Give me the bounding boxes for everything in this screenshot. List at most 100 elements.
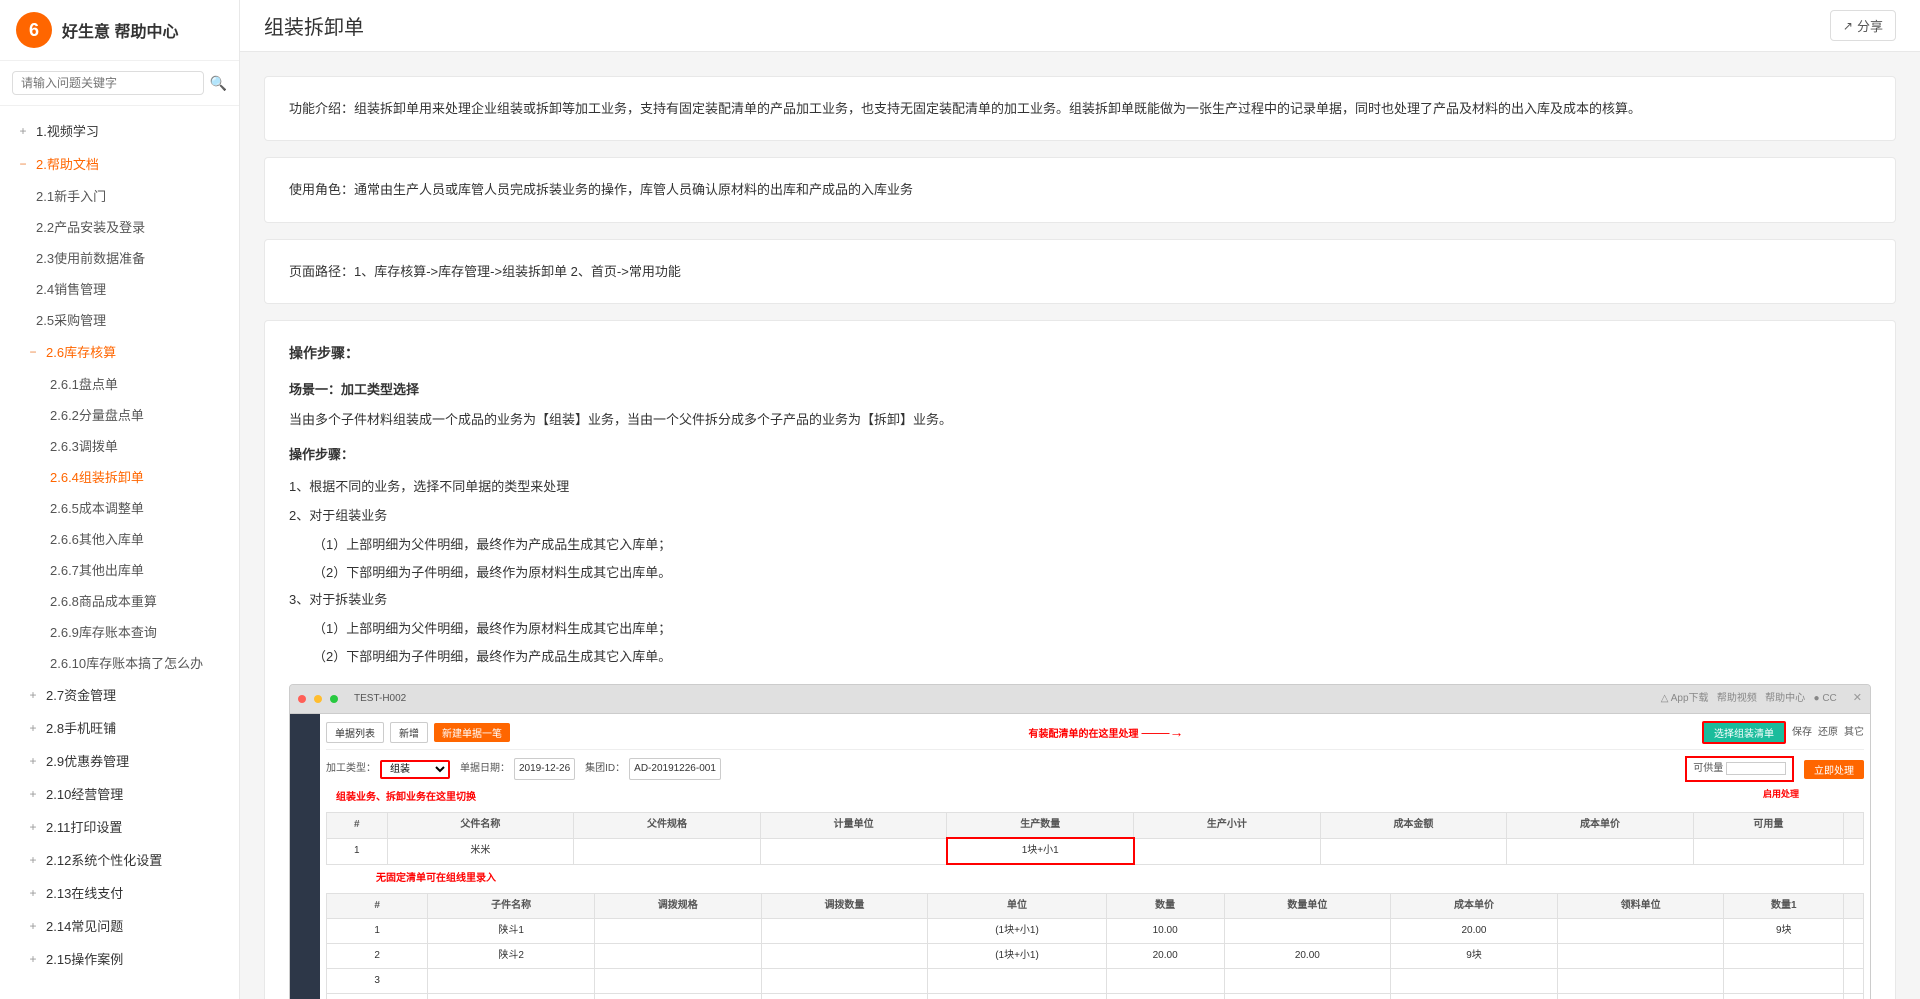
expand-icon-coupon: + (26, 754, 40, 768)
sidebar-item-2610[interactable]: 2.6.10库存账本搞了怎么办 (0, 647, 239, 678)
path-text: 页面路径：1、库存核算->库存管理->组装拆卸单 2、首页->常用功能 (289, 260, 1871, 283)
sidebar-item-265[interactable]: 2.6.5成本调整单 (0, 492, 239, 523)
mock-btn-add: 新增 (390, 722, 428, 743)
mock-app-body: 单据列表 新增 新建单据一笔 有装配清单的在这里处理 ——→ 选择组装清单 保存… (290, 714, 1870, 999)
expand-icon-funds: + (26, 688, 40, 702)
sidebar-item-video[interactable]: + 1.视频学习 (0, 114, 239, 147)
intro-text: 功能介绍：组装拆卸单用来处理企业组装或拆卸等加工业务，支持有固定装配清单的产品加… (289, 97, 1871, 120)
annotation-type-text: 组装业务、拆卸业务在这里切换 (336, 792, 476, 803)
sidebar-item-262[interactable]: 2.6.2分量盘点单 (0, 399, 239, 430)
mock-btn-new: 新建单据一笔 (434, 723, 510, 742)
mock-btn-confirm: 立即处理 (1804, 760, 1864, 779)
mock-main: 单据列表 新增 新建单据一笔 有装配清单的在这里处理 ——→ 选择组装清单 保存… (320, 714, 1870, 999)
mock-apply-field: 可供量 (1685, 756, 1794, 782)
expand-icon-custom: + (26, 853, 40, 867)
sidebar-item-custom[interactable]: + 2.12系统个性化设置 (0, 843, 239, 876)
expand-icon-print: + (26, 820, 40, 834)
mock-screenshot: TEST-H002 △ App下载 帮助视频 帮助中心 ● CC ✕ 单据列表 (289, 684, 1871, 999)
mock-parent-table: # 父件名称 父件规格 计量单位 生产数量 生产小计 成本金额 成本单价 可用量 (326, 812, 1864, 865)
mock-type-select: 组装 拆卸 (380, 760, 450, 779)
expand-icon-mobile: + (26, 721, 40, 735)
sidebar-item-267[interactable]: 2.6.7其他出库单 (0, 554, 239, 585)
role-text: 使用角色：通常由生产人员或库管人员完成拆装业务的操作，库管人员确认原材料的出库和… (289, 178, 1871, 201)
mock-btn-select-combine: 选择组装清单 (1702, 721, 1786, 744)
sidebar-item-263[interactable]: 2.6.3调拨单 (0, 430, 239, 461)
search-box: 🔍 (0, 61, 239, 106)
share-button[interactable]: ↗ 分享 (1830, 10, 1896, 41)
step2-1: （1）上部明细为父件明细，最终作为产成品生成其它入库单； (313, 533, 1871, 556)
mock-btn-list: 单据列表 (326, 722, 384, 743)
sidebar-item-cases[interactable]: + 2.15操作案例 (0, 942, 239, 975)
table-row: 3 (327, 968, 1864, 993)
sidebar-item-268[interactable]: 2.6.8商品成本重算 (0, 585, 239, 616)
step2: 2、对于组装业务 (289, 504, 1871, 527)
step1: 1、根据不同的业务，选择不同单据的类型来处理 (289, 475, 1871, 498)
steps-list: 1、根据不同的业务，选择不同单据的类型来处理 2、对于组装业务 （1）上部明细为… (289, 475, 1871, 669)
annotation-nofixed-text: 无固定清单可在组线里录入 (376, 873, 496, 884)
sidebar-header: 6 好生意 帮助中心 (0, 0, 239, 61)
intro-card: 功能介绍：组装拆卸单用来处理企业组装或拆卸等加工业务，支持有固定装配清单的产品加… (264, 76, 1896, 141)
search-icon[interactable]: 🔍 (210, 75, 227, 92)
sidebar-item-newcomer[interactable]: 2.1新手入门 (0, 180, 239, 211)
sidebar-item-print[interactable]: + 2.11打印设置 (0, 810, 239, 843)
topbar: 组装拆卸单 ↗ 分享 (240, 0, 1920, 52)
annotation-combine-text: 有装配清单的在这里处理 (1028, 729, 1138, 740)
steps-card: 操作步骤： 场景一：加工类型选择 当由多个子件材料组装成一个成品的业务为【组装】… (264, 320, 1896, 999)
collapse-icon-inventory: − (26, 345, 40, 359)
sidebar: 6 好生意 帮助中心 🔍 + 1.视频学习 − 2.帮助文档 2.1新手入门 2… (0, 0, 240, 999)
sidebar-item-coupon[interactable]: + 2.9优惠券管理 (0, 744, 239, 777)
sidebar-item-261[interactable]: 2.6.1盘点单 (0, 368, 239, 399)
expand-icon-cases: + (26, 952, 40, 966)
sidebar-item-purchase[interactable]: 2.5采购管理 (0, 304, 239, 335)
sidebar-nav: + 1.视频学习 − 2.帮助文档 2.1新手入门 2.2产品安装及登录 2.3… (0, 106, 239, 999)
content-area: 功能介绍：组装拆卸单用来处理企业组装或拆卸等加工业务，支持有固定装配清单的产品加… (240, 52, 1920, 999)
sidebar-item-sales[interactable]: 2.4销售管理 (0, 273, 239, 304)
step3: 3、对于拆装业务 (289, 588, 1871, 611)
scene1-heading: 场景一：加工类型选择 (289, 378, 1871, 401)
sidebar-item-docs[interactable]: − 2.帮助文档 (0, 147, 239, 180)
sidebar-item-264[interactable]: 2.6.4组装拆卸单 (0, 461, 239, 492)
steps-heading: 操作步骤： (289, 341, 1871, 366)
share-icon: ↗ (1843, 19, 1853, 33)
page-title: 组装拆卸单 (264, 11, 364, 40)
step2-sub-list: （1）上部明细为父件明细，最终作为产成品生成其它入库单； （2）下部明细为子件明… (289, 533, 1871, 584)
expand-icon-faq: + (26, 919, 40, 933)
app-logo: 6 (16, 12, 52, 48)
step3-sub-list: （1）上部明细为父件明细，最终作为原材料生成其它出库单； （2）下部明细为子件明… (289, 617, 1871, 668)
path-card: 页面路径：1、库存核算->库存管理->组装拆卸单 2、首页->常用功能 (264, 239, 1896, 304)
sidebar-item-269[interactable]: 2.6.9库存账本查询 (0, 616, 239, 647)
sidebar-item-operation[interactable]: + 2.10经营管理 (0, 777, 239, 810)
sidebar-item-funds[interactable]: + 2.7资金管理 (0, 678, 239, 711)
steps-sub-heading: 操作步骤： (289, 443, 1871, 466)
mock-sidebar (290, 714, 320, 999)
table-row: 1 陕斗1 (1块+小1) 10.00 20.00 9块 (327, 918, 1864, 943)
sidebar-item-266[interactable]: 2.6.6其他入库单 (0, 523, 239, 554)
app-title: 好生意 帮助中心 (62, 18, 178, 42)
annotation-arrow-right: ——→ (1142, 724, 1184, 740)
table-row: 4 (327, 993, 1864, 999)
role-card: 使用角色：通常由生产人员或库管人员完成拆装业务的操作，库管人员确认原材料的出库和… (264, 157, 1896, 222)
close-icon: ✕ (1853, 689, 1862, 709)
sidebar-item-install[interactable]: 2.2产品安装及登录 (0, 211, 239, 242)
table-row: 2 陕斗2 (1块+小1) 20.00 20.00 9块 (327, 943, 1864, 968)
sidebar-item-prepare[interactable]: 2.3使用前数据准备 (0, 242, 239, 273)
expand-icon-online: + (26, 886, 40, 900)
sidebar-item-online[interactable]: + 2.13在线支付 (0, 876, 239, 909)
expand-icon: + (16, 124, 30, 138)
mock-test-id: TEST-H002 (354, 690, 406, 708)
scene1-desc: 当由多个子件材料组装成一个成品的业务为【组装】业务，当由一个父件拆分成多个子产品… (289, 408, 1871, 431)
sidebar-item-faq[interactable]: + 2.14常见问题 (0, 909, 239, 942)
collapse-icon: − (16, 157, 30, 171)
mock-titlebar: TEST-H002 △ App下载 帮助视频 帮助中心 ● CC ✕ (290, 685, 1870, 714)
table-row: 1 米米 1块+小1 (327, 838, 1864, 864)
sidebar-item-inventory[interactable]: − 2.6库存核算 (0, 335, 239, 368)
expand-icon-op: + (26, 787, 40, 801)
step3-1: （1）上部明细为父件明细，最终作为原材料生成其它出库单； (313, 617, 1871, 640)
mock-child-table: # 子件名称 调拨规格 调拨数量 单位 数量 数量单位 成本单价 领料单位 (326, 893, 1864, 999)
search-input[interactable] (12, 71, 204, 95)
main-content: 组装拆卸单 ↗ 分享 功能介绍：组装拆卸单用来处理企业组装或拆卸等加工业务，支持… (240, 0, 1920, 999)
step3-2: （2）下部明细为子件明细，最终作为产成品生成其它入库单。 (313, 645, 1871, 668)
step2-2: （2）下部明细为子件明细，最终作为原材料生成其它出库单。 (313, 561, 1871, 584)
sidebar-item-mobile[interactable]: + 2.8手机旺铺 (0, 711, 239, 744)
mock-toolbar-row: 单据列表 新增 新建单据一笔 有装配清单的在这里处理 ——→ 选择组装清单 保存… (326, 720, 1864, 750)
